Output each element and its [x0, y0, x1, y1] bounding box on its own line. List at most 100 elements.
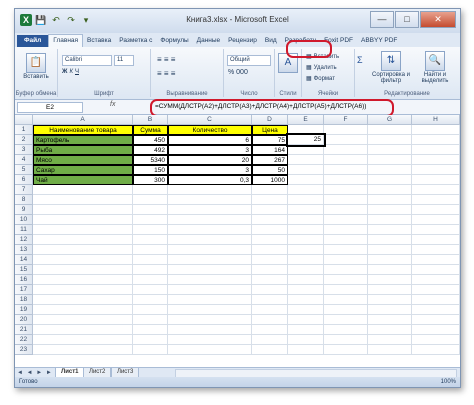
- cell-h17[interactable]: [412, 285, 460, 295]
- cell-c7[interactable]: [168, 185, 252, 195]
- row-header-12[interactable]: 12: [15, 235, 33, 245]
- cell-f14[interactable]: [324, 255, 368, 265]
- cell-f20[interactable]: [324, 315, 368, 325]
- tab-insert[interactable]: Вставка: [83, 35, 115, 47]
- cell-g16[interactable]: [368, 275, 412, 285]
- cell-d17[interactable]: [252, 285, 288, 295]
- row-header-21[interactable]: 21: [15, 325, 33, 335]
- cell-g4[interactable]: [368, 155, 412, 165]
- cell-c3[interactable]: 3: [168, 145, 252, 155]
- cell-b5[interactable]: 150: [133, 165, 168, 175]
- cell-a19[interactable]: [33, 305, 133, 315]
- cell-g17[interactable]: [368, 285, 412, 295]
- cell-c23[interactable]: [168, 345, 252, 355]
- cell-h2[interactable]: [412, 135, 460, 145]
- cell-h23[interactable]: [412, 345, 460, 355]
- row-header-14[interactable]: 14: [15, 255, 33, 265]
- cell-f21[interactable]: [324, 325, 368, 335]
- cell-d2[interactable]: 75: [252, 135, 288, 145]
- sort-filter-button[interactable]: ⇅ Сортировка и фильтр: [369, 51, 413, 84]
- cells-delete-button[interactable]: ▦ Удалить: [306, 64, 337, 72]
- cell-b20[interactable]: [133, 315, 168, 325]
- cell-a14[interactable]: [33, 255, 133, 265]
- row-header-18[interactable]: 18: [15, 295, 33, 305]
- cell-h11[interactable]: [412, 225, 460, 235]
- cell-g3[interactable]: [368, 145, 412, 155]
- tab-abbyy-pdf[interactable]: ABBYY PDF: [357, 35, 401, 47]
- find-select-button[interactable]: 🔍 Найти и выделить: [415, 51, 455, 84]
- cell-f3[interactable]: [324, 145, 368, 155]
- cell-g23[interactable]: [368, 345, 412, 355]
- cell-h15[interactable]: [412, 265, 460, 275]
- cell-h8[interactable]: [412, 195, 460, 205]
- cell-b22[interactable]: [133, 335, 168, 345]
- cell-g18[interactable]: [368, 295, 412, 305]
- row-header-2[interactable]: 2: [15, 135, 33, 145]
- cell-b16[interactable]: [133, 275, 168, 285]
- cell-b21[interactable]: [133, 325, 168, 335]
- tab-review[interactable]: Рецензир: [224, 35, 261, 47]
- cell-g22[interactable]: [368, 335, 412, 345]
- row-header-9[interactable]: 9: [15, 205, 33, 215]
- tab-home[interactable]: Главная: [48, 34, 84, 47]
- cell-b3[interactable]: 492: [133, 145, 168, 155]
- cell-a23[interactable]: [33, 345, 133, 355]
- cell-b15[interactable]: [133, 265, 168, 275]
- cell-a16[interactable]: [33, 275, 133, 285]
- cell-e19[interactable]: [288, 305, 324, 315]
- cell-g12[interactable]: [368, 235, 412, 245]
- cell-e15[interactable]: [288, 265, 324, 275]
- tab-data[interactable]: Данные: [193, 35, 224, 47]
- cell-c11[interactable]: [168, 225, 252, 235]
- bold-button[interactable]: Ж: [62, 69, 67, 75]
- cell-d8[interactable]: [252, 195, 288, 205]
- name-box[interactable]: E2: [17, 102, 83, 113]
- cell-d16[interactable]: [252, 275, 288, 285]
- cell-d13[interactable]: [252, 245, 288, 255]
- cell-c8[interactable]: [168, 195, 252, 205]
- sum-icon[interactable]: Σ: [357, 55, 363, 65]
- cell-h12[interactable]: [412, 235, 460, 245]
- cell-c13[interactable]: [168, 245, 252, 255]
- cell-b4[interactable]: 5340: [133, 155, 168, 165]
- cell-f16[interactable]: [324, 275, 368, 285]
- align-icons[interactable]: ≡ ≡ ≡: [157, 55, 175, 64]
- zoom-level[interactable]: 100%: [441, 377, 456, 387]
- font-name-select[interactable]: Calibri: [62, 55, 112, 66]
- align-icons-row2[interactable]: ≡ ≡ ≡: [157, 69, 175, 78]
- cell-e18[interactable]: [288, 295, 324, 305]
- cell-b19[interactable]: [133, 305, 168, 315]
- column-header-a[interactable]: A: [33, 115, 133, 125]
- cell-e11[interactable]: [288, 225, 324, 235]
- cell-d12[interactable]: [252, 235, 288, 245]
- row-header-1[interactable]: 1: [15, 125, 33, 135]
- cell-e13[interactable]: [288, 245, 324, 255]
- cell-e17[interactable]: [288, 285, 324, 295]
- cell-g21[interactable]: [368, 325, 412, 335]
- cell-h4[interactable]: [412, 155, 460, 165]
- cell-a21[interactable]: [33, 325, 133, 335]
- cell-c5[interactable]: 3: [168, 165, 252, 175]
- cell-d18[interactable]: [252, 295, 288, 305]
- cell-b8[interactable]: [133, 195, 168, 205]
- tab-file[interactable]: Файл: [17, 35, 49, 47]
- row-header-5[interactable]: 5: [15, 165, 33, 175]
- cell-h22[interactable]: [412, 335, 460, 345]
- cell-a1[interactable]: Наименование товара: [33, 125, 133, 135]
- cell-e10[interactable]: [288, 215, 324, 225]
- row-header-7[interactable]: 7: [15, 185, 33, 195]
- cell-d7[interactable]: [252, 185, 288, 195]
- cell-f12[interactable]: [324, 235, 368, 245]
- cell-a15[interactable]: [33, 265, 133, 275]
- cell-a5[interactable]: Сахар: [33, 165, 133, 175]
- cell-d11[interactable]: [252, 225, 288, 235]
- cell-h16[interactable]: [412, 275, 460, 285]
- cell-h9[interactable]: [412, 205, 460, 215]
- italic-button[interactable]: К: [69, 69, 73, 75]
- row-header-4[interactable]: 4: [15, 155, 33, 165]
- cell-a13[interactable]: [33, 245, 133, 255]
- cell-d14[interactable]: [252, 255, 288, 265]
- cell-h20[interactable]: [412, 315, 460, 325]
- cell-g19[interactable]: [368, 305, 412, 315]
- paste-button[interactable]: 📋 Вставить: [19, 53, 53, 80]
